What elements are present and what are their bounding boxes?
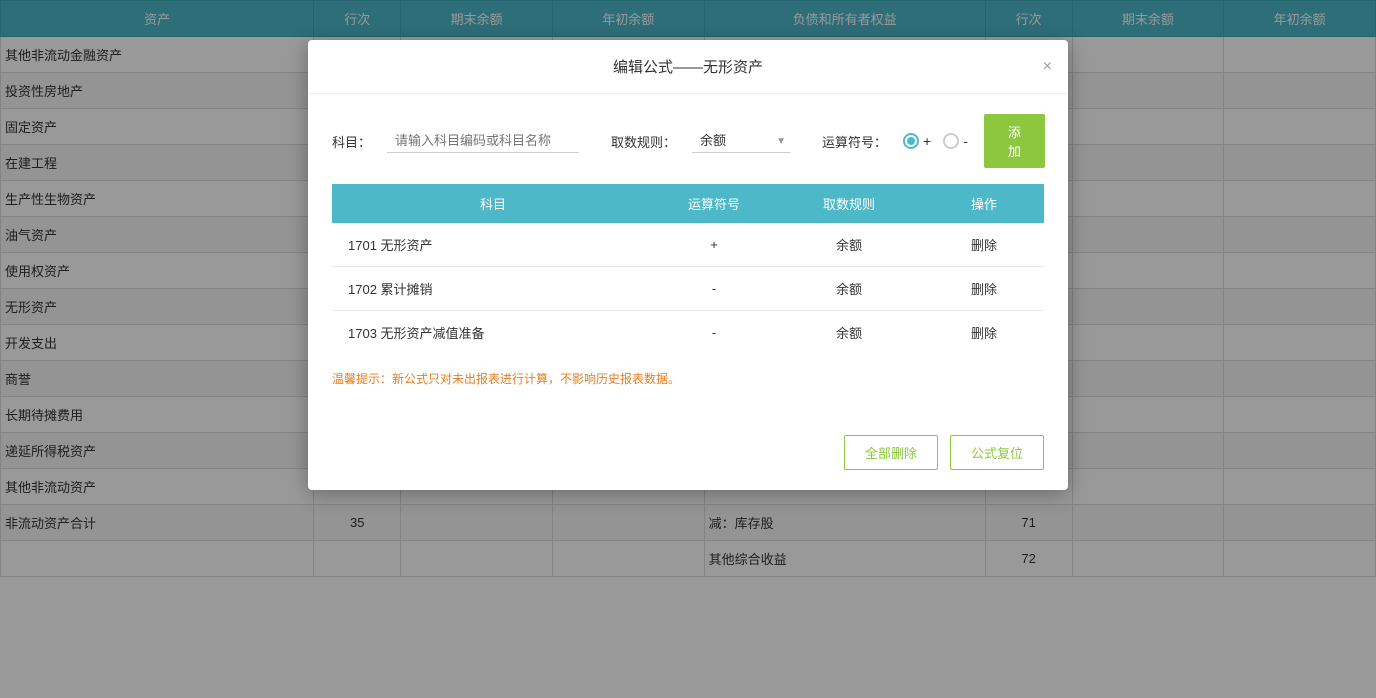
cell-rule: 余额: [774, 223, 924, 267]
cell-subject: 1703 无形资产减值准备: [332, 311, 654, 355]
cell-action[interactable]: 删除: [924, 311, 1044, 355]
rule-select[interactable]: 余额 借方发生额 贷方发生额: [692, 129, 790, 153]
radio-minus[interactable]: -: [943, 133, 968, 149]
operator-radio-group: + -: [903, 133, 968, 149]
warning-text: 温馨提示：新公式只对未出报表进行计算，不影响历史报表数据。: [332, 370, 1044, 387]
reset-button[interactable]: 公式复位: [950, 435, 1044, 470]
th-rule: 取数规则: [774, 184, 924, 223]
cell-operator: -: [654, 267, 774, 311]
modal-footer: 全部删除 公式复位: [308, 423, 1068, 490]
subject-input[interactable]: [387, 129, 579, 153]
cell-action[interactable]: 删除: [924, 267, 1044, 311]
radio-minus-circle: [943, 133, 959, 149]
modal-overlay: 编辑公式——无形资产 × 科目： 取数规则： 余额 借方发生额 贷方发生额: [0, 0, 1376, 698]
rule-select-wrapper: 余额 借方发生额 贷方发生额 ▼: [692, 129, 790, 153]
th-subject: 科目: [332, 184, 654, 223]
cell-rule: 余额: [774, 311, 924, 355]
cell-operator: +: [654, 223, 774, 267]
page-wrapper: 资产 行次 期末余额 年初余额 负债和所有者权益 行次 期末余额 年初余额 其他…: [0, 0, 1376, 698]
delete-all-button[interactable]: 全部删除: [844, 435, 938, 470]
add-button[interactable]: 添加: [984, 114, 1045, 168]
th-operator: 运算符号: [654, 184, 774, 223]
cell-subject: 1702 累计摊销: [332, 267, 654, 311]
subject-label: 科目：: [332, 132, 371, 151]
table-row: 1701 无形资产+余额删除: [332, 223, 1044, 267]
radio-minus-label: -: [963, 133, 968, 149]
modal-header: 编辑公式——无形资产 ×: [308, 40, 1068, 94]
cell-action[interactable]: 删除: [924, 223, 1044, 267]
modal-title: 编辑公式——无形资产: [613, 56, 763, 77]
rule-label: 取数规则：: [611, 132, 676, 151]
modal-dialog: 编辑公式——无形资产 × 科目： 取数规则： 余额 借方发生额 贷方发生额: [308, 40, 1068, 490]
operator-label: 运算符号：: [822, 132, 887, 151]
radio-plus-circle: [903, 133, 919, 149]
modal-close-button[interactable]: ×: [1043, 59, 1052, 75]
cell-rule: 余额: [774, 267, 924, 311]
form-row: 科目： 取数规则： 余额 借方发生额 贷方发生额 ▼ 运算符号：: [332, 114, 1044, 168]
table-row: 1703 无形资产减值准备-余额删除: [332, 311, 1044, 355]
cell-subject: 1701 无形资产: [332, 223, 654, 267]
cell-operator: -: [654, 311, 774, 355]
table-row: 1702 累计摊销-余额删除: [332, 267, 1044, 311]
modal-body: 科目： 取数规则： 余额 借方发生额 贷方发生额 ▼ 运算符号：: [308, 94, 1068, 423]
radio-plus-label: +: [923, 133, 931, 149]
th-action: 操作: [924, 184, 1044, 223]
radio-plus[interactable]: +: [903, 133, 931, 149]
formula-table: 科目 运算符号 取数规则 操作 1701 无形资产+余额删除1702 累计摊销-…: [332, 184, 1044, 354]
